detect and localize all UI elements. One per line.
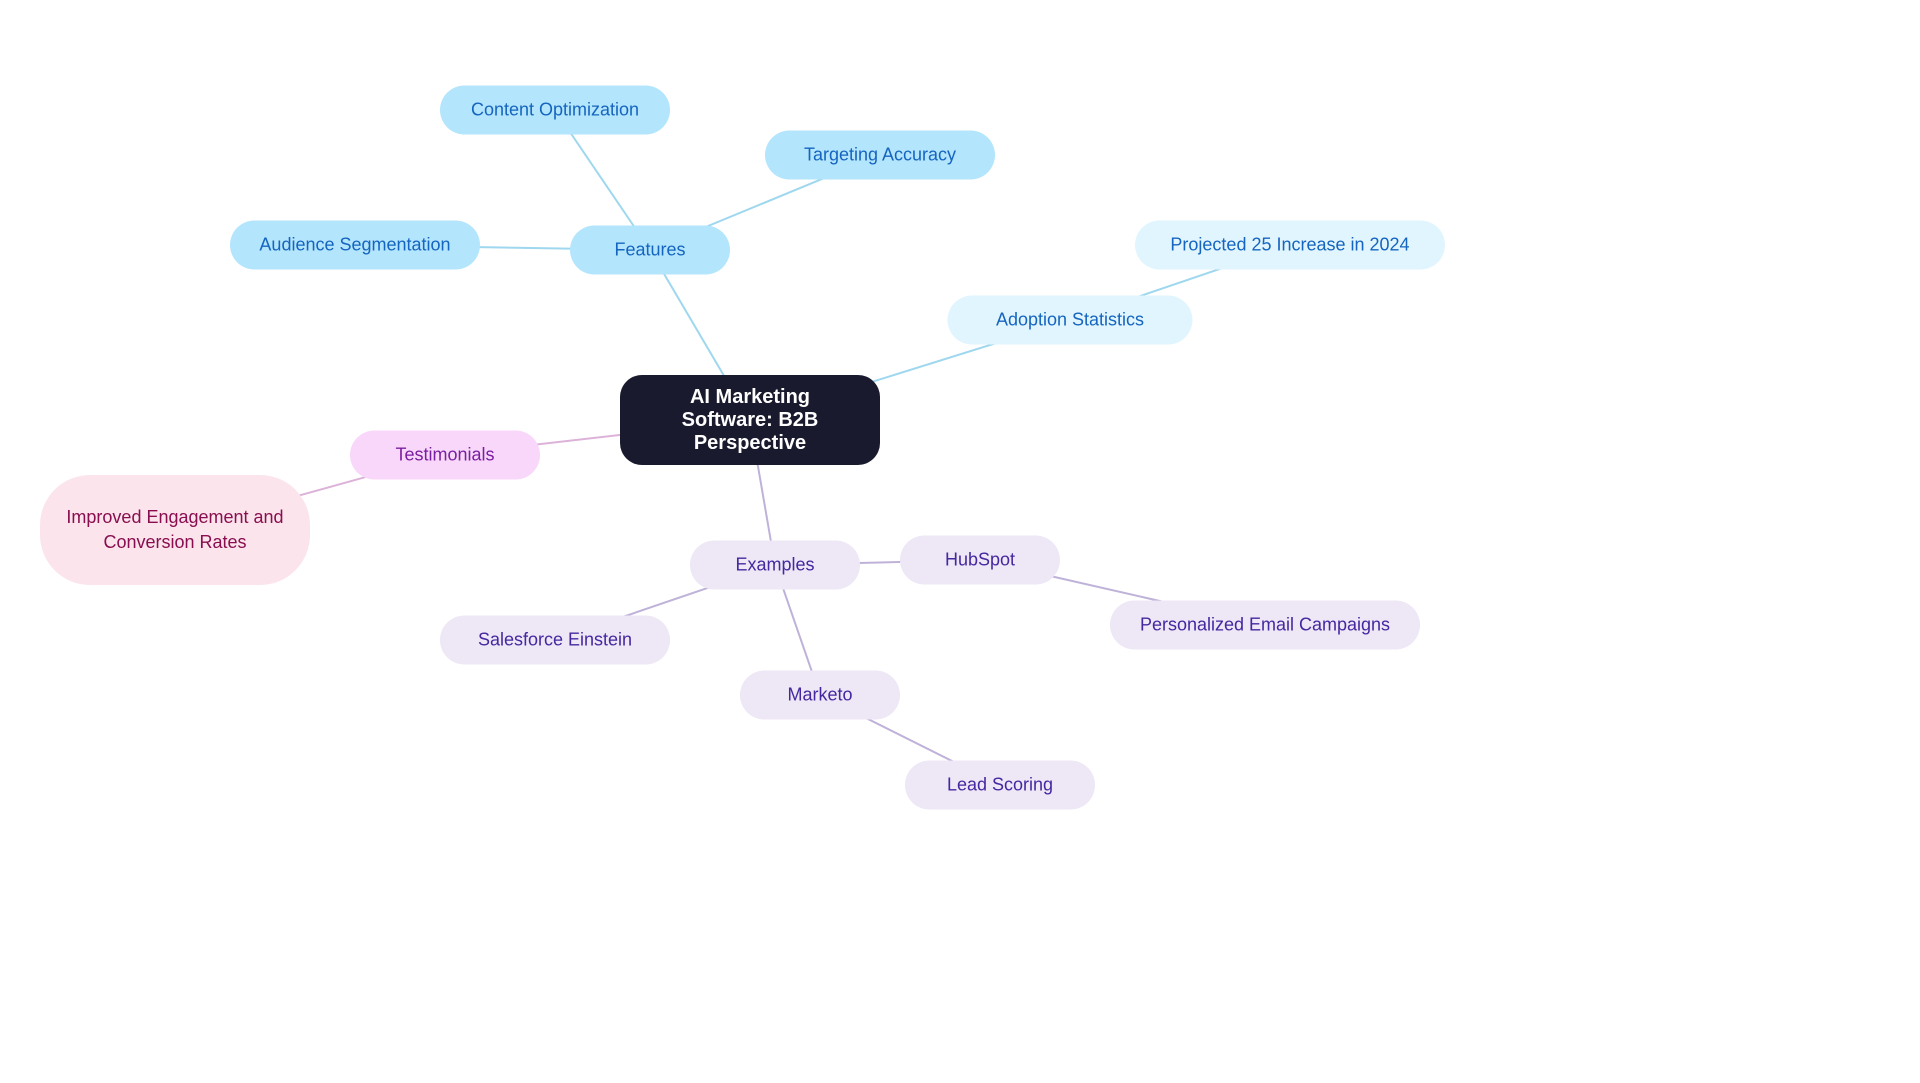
- content-optimization-label: Content Optimization: [471, 100, 639, 121]
- center-label: AI Marketing Software: B2B Perspective: [644, 386, 856, 455]
- lead-scoring-node: Lead Scoring: [905, 761, 1095, 810]
- adoption-statistics-label: Adoption Statistics: [996, 310, 1144, 331]
- testimonials-node: Testimonials: [350, 431, 540, 480]
- improved-engagement-label: Improved Engagement and Conversion Rates: [64, 505, 286, 555]
- lead-scoring-label: Lead Scoring: [947, 775, 1053, 796]
- examples-node: Examples: [690, 541, 860, 590]
- audience-segmentation-label: Audience Segmentation: [259, 235, 450, 256]
- salesforce-einstein-label: Salesforce Einstein: [478, 630, 632, 651]
- audience-segmentation-node: Audience Segmentation: [230, 221, 480, 270]
- targeting-accuracy-node: Targeting Accuracy: [765, 131, 995, 180]
- personalized-email-label: Personalized Email Campaigns: [1140, 615, 1390, 636]
- content-optimization-node: Content Optimization: [440, 86, 670, 135]
- testimonials-label: Testimonials: [395, 445, 494, 466]
- adoption-statistics-node: Adoption Statistics: [948, 296, 1193, 345]
- projected-increase-label: Projected 25 Increase in 2024: [1170, 235, 1409, 256]
- marketo-node: Marketo: [740, 671, 900, 720]
- targeting-accuracy-label: Targeting Accuracy: [804, 145, 956, 166]
- hubspot-label: HubSpot: [945, 550, 1015, 571]
- personalized-email-node: Personalized Email Campaigns: [1110, 601, 1420, 650]
- center-node: AI Marketing Software: B2B Perspective: [620, 375, 880, 465]
- features-node: Features: [570, 226, 730, 275]
- hubspot-node: HubSpot: [900, 536, 1060, 585]
- salesforce-einstein-node: Salesforce Einstein: [440, 616, 670, 665]
- examples-label: Examples: [735, 555, 814, 576]
- projected-increase-node: Projected 25 Increase in 2024: [1135, 221, 1445, 270]
- marketo-label: Marketo: [787, 685, 852, 706]
- improved-engagement-node: Improved Engagement and Conversion Rates: [40, 475, 310, 585]
- features-label: Features: [614, 240, 685, 261]
